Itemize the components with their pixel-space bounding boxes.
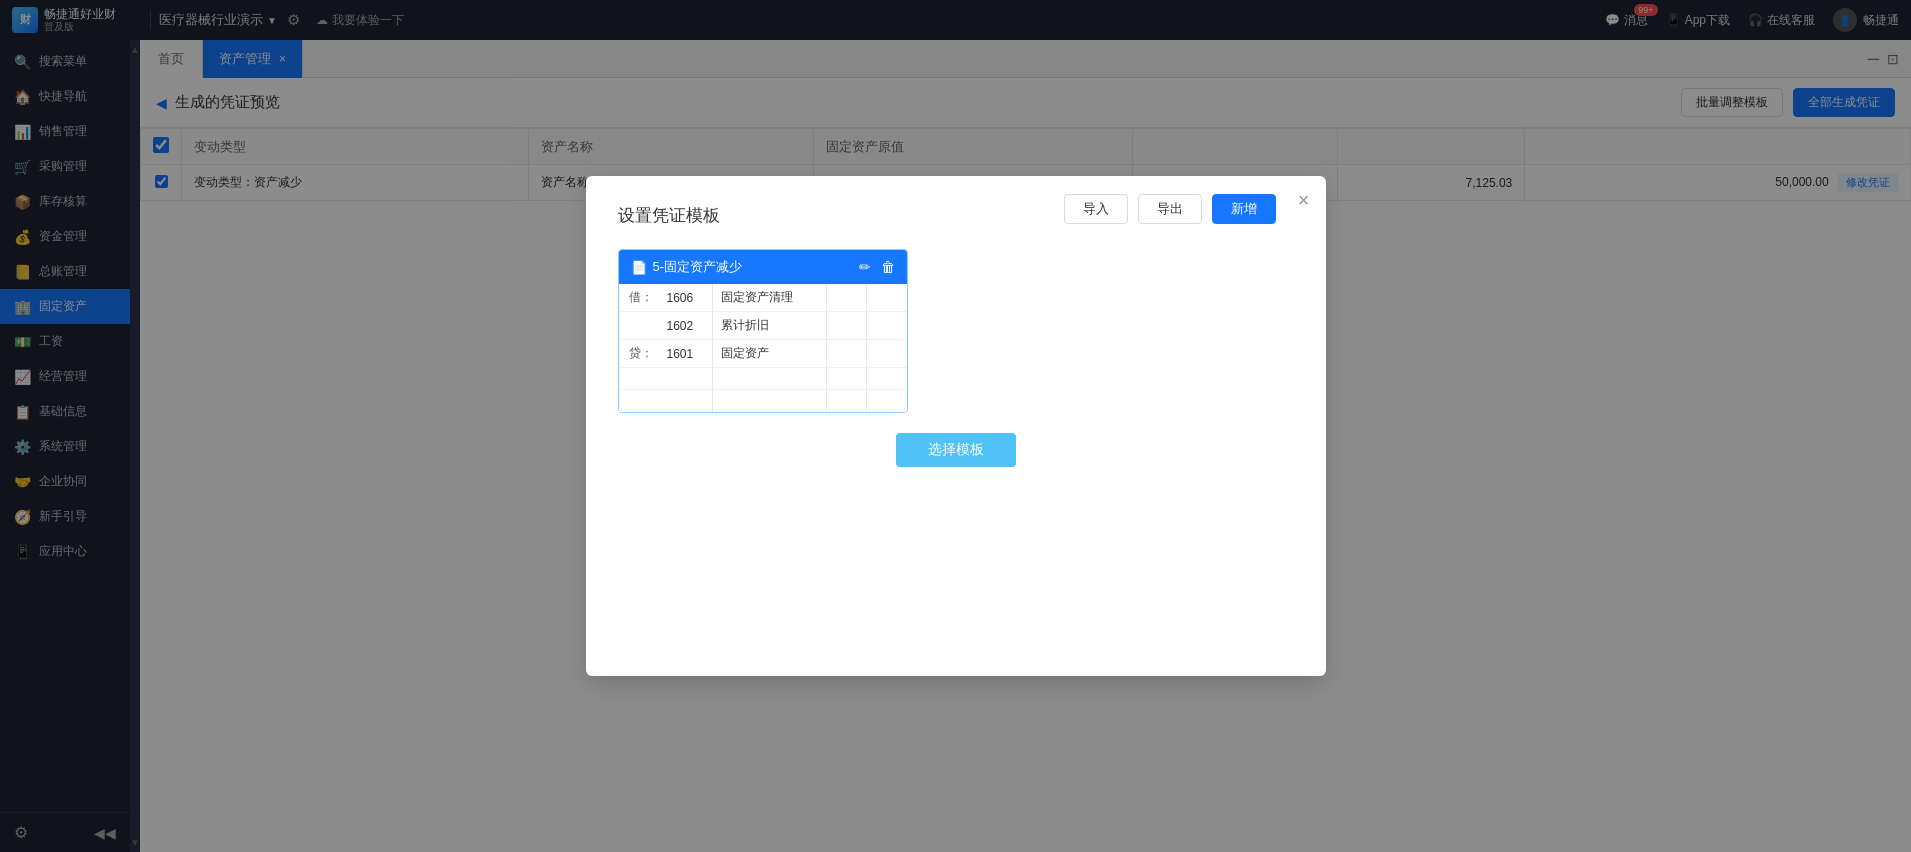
- template-card-body: 借： 1606 固定资产清理 1602 累计折旧: [619, 284, 907, 412]
- template-empty-row-2: [619, 390, 907, 412]
- template-card: 📄 5-固定资产减少 ✏ 🗑 借： 1606 固定资产清理: [618, 249, 908, 413]
- export-btn[interactable]: 导出: [1138, 194, 1202, 224]
- dialog: × 设置凭证模板 导入 导出 新增 📄 5-固定资产减少 ✏ 🗑: [586, 176, 1326, 676]
- template-doc-icon: 📄: [631, 260, 647, 275]
- template-edit-icon[interactable]: ✏: [859, 259, 871, 275]
- template-entry-debit-1: 借： 1606 固定资产清理: [619, 284, 907, 312]
- dialog-overlay: × 设置凭证模板 导入 导出 新增 📄 5-固定资产减少 ✏ 🗑: [0, 0, 1911, 852]
- template-entry-debit-2: 1602 累计折旧: [619, 312, 907, 340]
- template-empty-row-1: [619, 368, 907, 390]
- template-delete-icon[interactable]: 🗑: [881, 259, 895, 275]
- dialog-close-btn[interactable]: ×: [1298, 190, 1310, 210]
- template-header-actions: ✏ 🗑: [859, 259, 895, 275]
- dialog-toolbar: 导入 导出 新增: [1064, 194, 1276, 224]
- template-entry-credit-1: 贷： 1601 固定资产: [619, 340, 907, 368]
- import-btn[interactable]: 导入: [1064, 194, 1128, 224]
- select-template-btn[interactable]: 选择模板: [896, 433, 1016, 467]
- template-header-left: 📄 5-固定资产减少: [631, 258, 743, 276]
- template-card-header: 📄 5-固定资产减少 ✏ 🗑: [619, 250, 907, 284]
- template-entries-table: 借： 1606 固定资产清理 1602 累计折旧: [619, 284, 907, 412]
- new-btn[interactable]: 新增: [1212, 194, 1276, 224]
- template-name: 5-固定资产减少: [653, 258, 743, 276]
